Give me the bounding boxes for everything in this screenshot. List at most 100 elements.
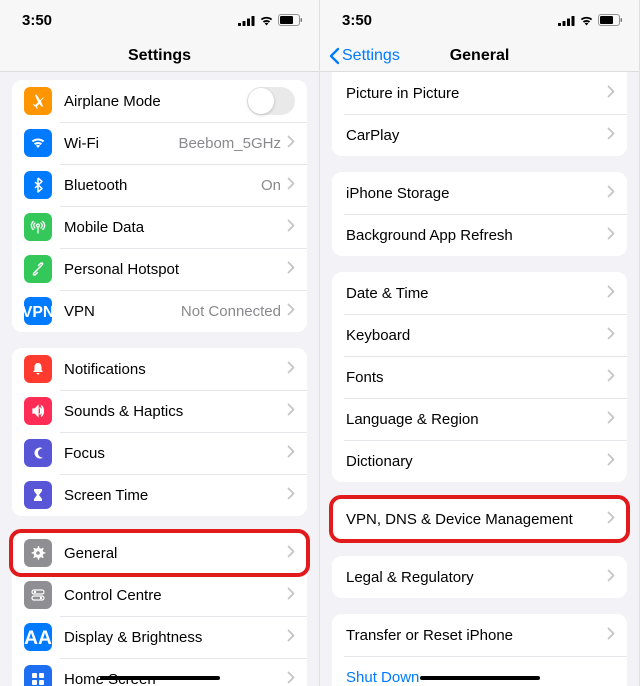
chevron-right-icon [287, 177, 295, 194]
settings-row[interactable]: Date & Time [332, 272, 627, 314]
settings-row[interactable]: Background App Refresh [332, 214, 627, 256]
chevron-left-icon [328, 47, 340, 65]
battery-icon [598, 14, 623, 26]
home-indicator [100, 676, 220, 680]
settings-row[interactable]: Picture in Picture [332, 72, 627, 114]
right-screenshot: 3:50 Settings General Picture in Picture… [320, 0, 640, 686]
row-label: Focus [64, 445, 287, 462]
settings-row[interactable]: Control Centre [12, 574, 307, 616]
chevron-right-icon [607, 127, 615, 144]
status-bar: 3:50 [0, 0, 319, 40]
row-label: General [64, 545, 287, 562]
row-label: Background App Refresh [346, 227, 607, 244]
group-datetime: Date & Time Keyboard Fonts Language & Regio… [332, 272, 627, 482]
row-label: Airplane Mode [64, 93, 247, 110]
row-label: Legal & Regulatory [346, 569, 607, 586]
row-label: Dictionary [346, 453, 607, 470]
row-label: VPN [64, 303, 181, 320]
wifi-icon [579, 15, 594, 26]
status-icons [558, 14, 623, 26]
chevron-right-icon [607, 185, 615, 202]
settings-row[interactable]: AA Display & Brightness [12, 616, 307, 658]
row-label: Wi-Fi [64, 135, 178, 152]
chevron-right-icon [287, 403, 295, 420]
row-label: Mobile Data [64, 219, 287, 236]
row-label: iPhone Storage [346, 185, 607, 202]
settings-row[interactable]: Airplane Mode [12, 80, 307, 122]
settings-row[interactable]: Wi-FiBeebom_5GHz [12, 122, 307, 164]
row-label: Picture in Picture [346, 85, 607, 102]
home-indicator [420, 676, 540, 680]
chevron-right-icon [607, 569, 615, 586]
chevron-right-icon [287, 487, 295, 504]
settings-row[interactable]: CarPlay [332, 114, 627, 156]
moon-icon [24, 439, 52, 467]
chevron-right-icon [607, 285, 615, 302]
switches-icon [24, 581, 52, 609]
chevron-right-icon [607, 369, 615, 386]
chevron-right-icon [287, 303, 295, 320]
back-button[interactable]: Settings [328, 47, 400, 65]
left-screenshot: 3:50 Settings Airplane Mode Wi-FiBeebom_5… [0, 0, 320, 686]
signal-icon [238, 15, 255, 26]
row-label: Transfer or Reset iPhone [346, 627, 607, 644]
chevron-right-icon [607, 85, 615, 102]
settings-row[interactable]: BluetoothOn [12, 164, 307, 206]
status-icons [238, 14, 303, 26]
settings-row[interactable]: General [12, 532, 307, 574]
settings-row[interactable]: Transfer or Reset iPhone [332, 614, 627, 656]
row-label: Date & Time [346, 285, 607, 302]
nav-title: Settings [128, 47, 191, 65]
settings-row[interactable]: Sounds & Haptics [12, 390, 307, 432]
chevron-right-icon [607, 227, 615, 244]
row-label: Fonts [346, 369, 607, 386]
settings-row[interactable]: Fonts [332, 356, 627, 398]
nav-bar: Settings [0, 40, 319, 72]
settings-row[interactable]: Mobile Data [12, 206, 307, 248]
chevron-right-icon [607, 511, 615, 528]
settings-row[interactable]: Focus [12, 432, 307, 474]
status-time: 3:50 [342, 12, 372, 29]
row-label: Screen Time [64, 487, 287, 504]
bluetooth-icon [24, 171, 52, 199]
settings-row[interactable]: Keyboard [332, 314, 627, 356]
chevron-right-icon [287, 671, 295, 686]
settings-row[interactable]: iPhone Storage [332, 172, 627, 214]
row-detail: Not Connected [181, 303, 281, 320]
group-notifications: Notifications Sounds & Haptics Focus Screen… [12, 348, 307, 516]
chevron-right-icon [287, 219, 295, 236]
row-label: Sounds & Haptics [64, 403, 287, 420]
group-storage: iPhone Storage Background App Refresh [332, 172, 627, 256]
airplane-icon [24, 87, 52, 115]
row-label: VPN, DNS & Device Management [346, 511, 607, 528]
svg-text:AA: AA [24, 628, 52, 649]
back-label: Settings [342, 47, 400, 65]
general-list[interactable]: Picture in Picture CarPlay iPhone Storage… [320, 72, 639, 686]
chevron-right-icon [607, 411, 615, 428]
settings-list[interactable]: Airplane ModeWi-FiBeebom_5GHzBluetoothOn… [0, 72, 319, 686]
settings-row[interactable]: VPN, DNS & Device Management [332, 498, 627, 540]
vpn-icon: VPN [24, 297, 52, 325]
row-label: Notifications [64, 361, 287, 378]
row-label: Display & Brightness [64, 629, 287, 646]
settings-row[interactable]: Personal Hotspot [12, 248, 307, 290]
group-connectivity: Airplane ModeWi-FiBeebom_5GHzBluetoothOn… [12, 80, 307, 332]
nav-title: General [450, 47, 510, 65]
bell-icon [24, 355, 52, 383]
chevron-right-icon [607, 327, 615, 344]
settings-row[interactable]: Shut Down [332, 656, 627, 686]
settings-row[interactable]: Dictionary [332, 440, 627, 482]
settings-row[interactable]: Screen Time [12, 474, 307, 516]
signal-icon [558, 15, 575, 26]
chevron-right-icon [607, 627, 615, 644]
settings-row[interactable]: Legal & Regulatory [332, 556, 627, 598]
row-label: CarPlay [346, 127, 607, 144]
chevron-right-icon [287, 261, 295, 278]
settings-row[interactable]: VPNVPNNot Connected [12, 290, 307, 332]
toggle-switch[interactable] [247, 87, 295, 115]
settings-row[interactable]: Home Screen [12, 658, 307, 686]
settings-row[interactable]: Language & Region [332, 398, 627, 440]
row-label: Control Centre [64, 587, 287, 604]
row-detail: Beebom_5GHz [178, 135, 281, 152]
settings-row[interactable]: Notifications [12, 348, 307, 390]
